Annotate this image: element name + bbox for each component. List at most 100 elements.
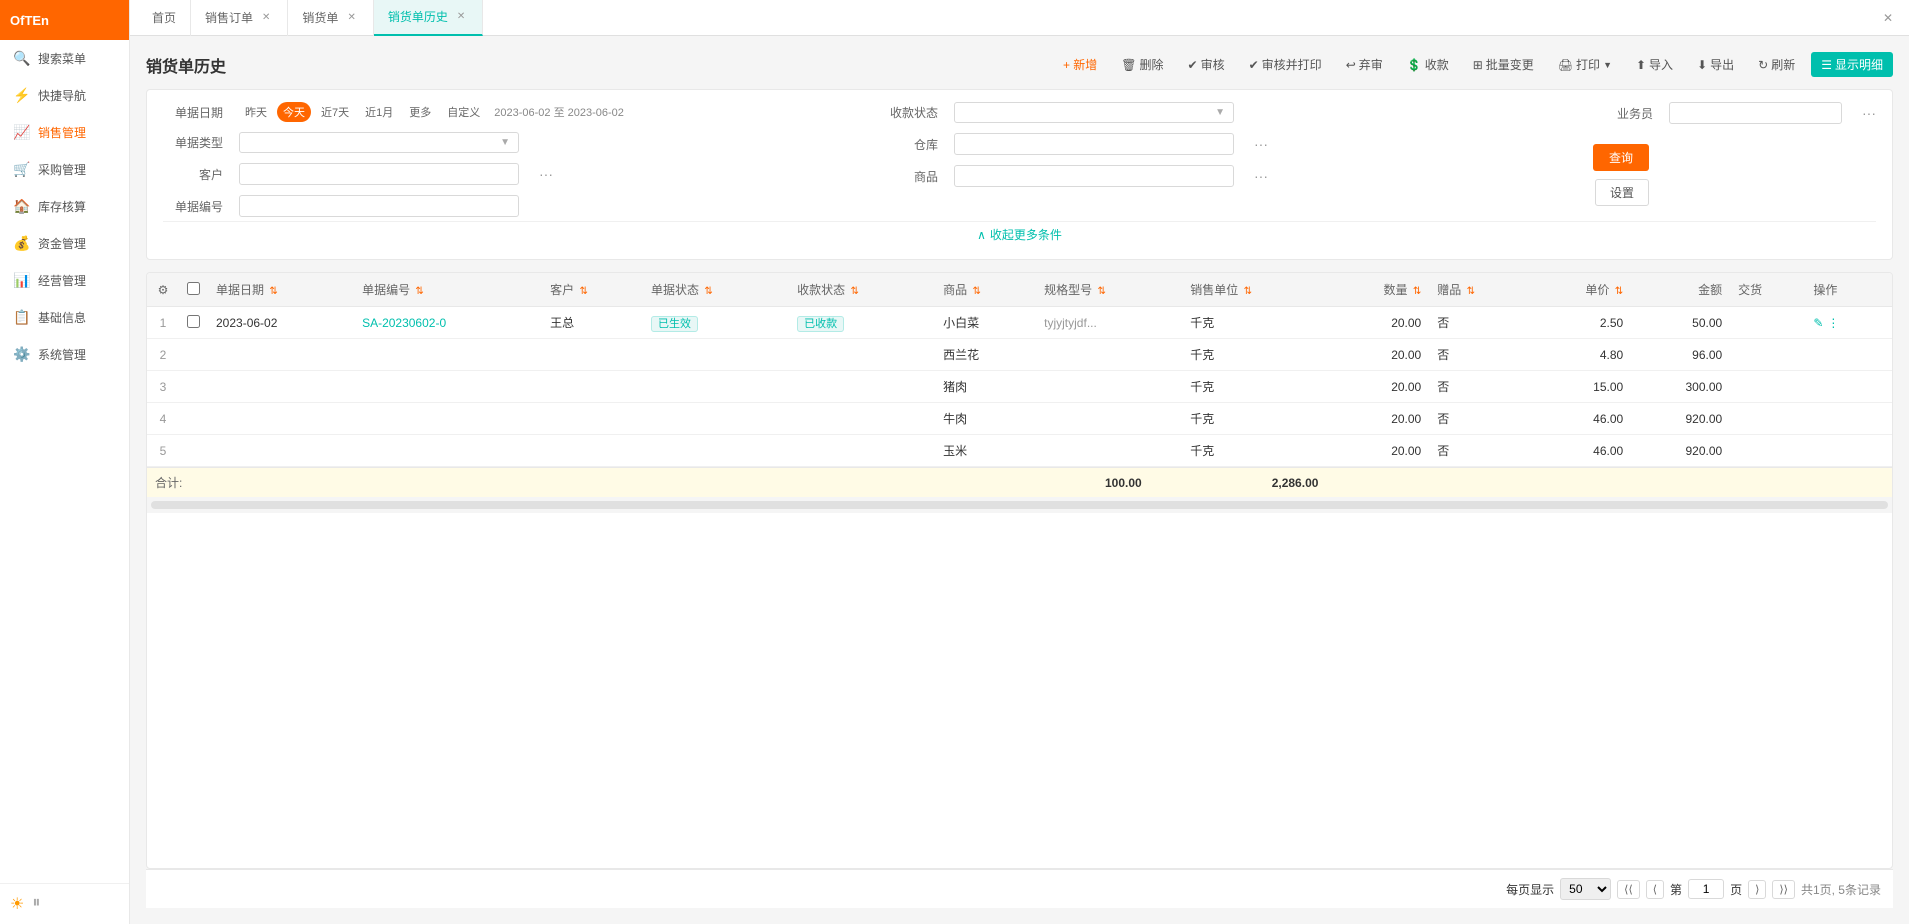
page-next-btn[interactable]: ⟩ [1748, 880, 1766, 899]
sidebar-item-label: 搜索菜单 [38, 50, 86, 67]
row-qty: 20.00 [1328, 435, 1429, 467]
sidebar-bottom-icon1[interactable]: ☀ [10, 894, 24, 914]
salesperson-dots[interactable]: ··· [1862, 105, 1876, 121]
import-button[interactable]: ⬆ 导入 [1628, 52, 1681, 77]
collapse-row[interactable]: ∧ 收起更多条件 [163, 221, 1876, 247]
row-spec [1036, 339, 1182, 371]
select-all-checkbox[interactable] [187, 282, 200, 295]
sort-collectstatus-icon[interactable]: ⇅ [850, 286, 858, 297]
salesperson-input[interactable] [1669, 102, 1842, 124]
col-settings[interactable]: ⚙ [147, 273, 179, 307]
customer-dots[interactable]: ··· [539, 166, 553, 182]
row-goods: 小白菜 [935, 307, 1036, 339]
table-scrollbar[interactable] [151, 501, 1888, 509]
tab-sales-order-close[interactable]: ✕ [259, 11, 273, 24]
sidebar-bottom-icon2[interactable]: ⏸ [32, 894, 40, 914]
page-last-btn[interactable]: ⟩⟩ [1772, 880, 1795, 899]
sort-goods-icon[interactable]: ⇅ [973, 286, 981, 297]
page-prev-btn[interactable]: ⟨ [1646, 880, 1664, 899]
docno-input[interactable] [239, 195, 519, 217]
print-button[interactable]: 🖨 打印 ▼ [1550, 52, 1620, 77]
sidebar-item-finance[interactable]: 💰 资金管理 [0, 225, 129, 262]
batch-change-button[interactable]: ⊞ 批量变更 [1465, 52, 1542, 77]
col-amount: 金额 [1631, 273, 1730, 307]
filter-row-date: 单据日期 昨天 今天 近7天 近1月 更多 自定义 2023-06-02 至 2… [163, 102, 858, 122]
row-checkbox[interactable] [179, 371, 208, 403]
row-goods: 玉米 [935, 435, 1036, 467]
goods-dots[interactable]: ··· [1254, 168, 1268, 184]
date-pill-more[interactable]: 更多 [403, 102, 437, 122]
col-doc-status: 单据状态 ⇅ [643, 273, 789, 307]
sidebar-item-operations[interactable]: 📊 经营管理 [0, 262, 129, 299]
set-button[interactable]: 设置 [1595, 179, 1649, 206]
page-input[interactable] [1688, 879, 1724, 899]
table-row: 5 玉米 千克 20.00 否 46.00 920.00 [147, 435, 1892, 467]
row-docno [354, 339, 542, 371]
sidebar-item-inventory[interactable]: 🏠 库存核算 [0, 188, 129, 225]
sidebar-item-system[interactable]: ⚙️ 系统管理 [0, 336, 129, 373]
doc-type-select[interactable]: ▼ [239, 132, 519, 153]
row-checkbox[interactable] [179, 339, 208, 371]
sort-qty-icon[interactable]: ⇅ [1413, 286, 1421, 297]
table-scrollbar-area[interactable] [147, 497, 1892, 513]
sidebar-item-sales[interactable]: 📈 销售管理 [0, 114, 129, 151]
collect-button[interactable]: 💲 收款 [1399, 52, 1457, 77]
show-detail-button[interactable]: ☰ 显示明细 [1811, 52, 1893, 77]
edit-action[interactable]: ✎ [1813, 316, 1823, 330]
row-doc-status [643, 403, 789, 435]
tab-home[interactable]: 首页 [138, 0, 191, 36]
new-button[interactable]: + 新增 [1055, 52, 1105, 77]
sort-docno-icon[interactable]: ⇅ [415, 286, 423, 297]
date-pill-7days[interactable]: 近7天 [315, 102, 355, 122]
tab-delivery[interactable]: 销货单 ✕ [288, 0, 373, 36]
batch-icon: ⊞ [1473, 58, 1483, 72]
row-checkbox[interactable] [179, 435, 208, 467]
page-size-select[interactable]: 50 100 200 [1560, 878, 1611, 900]
customer-input[interactable] [239, 163, 519, 185]
delete-button[interactable]: 🗑 删除 [1113, 52, 1171, 77]
sidebar-item-quick-nav[interactable]: ⚡ 快捷导航 [0, 77, 129, 114]
audit-print-button[interactable]: ✔ 审核并打印 [1241, 52, 1330, 77]
sidebar-item-basic[interactable]: 📋 基础信息 [0, 299, 129, 336]
sidebar-item-purchase[interactable]: 🛒 采购管理 [0, 151, 129, 188]
date-pill-yesterday[interactable]: 昨天 [239, 102, 273, 122]
warehouse-dots[interactable]: ··· [1254, 136, 1268, 152]
tab-delivery-close[interactable]: ✕ [344, 11, 358, 24]
sort-gift-icon[interactable]: ⇅ [1467, 286, 1475, 297]
export-button[interactable]: ⬇ 导出 [1689, 52, 1742, 77]
filter-row-doctype: 单据类型 ▼ [163, 132, 858, 153]
date-pill-today[interactable]: 今天 [277, 102, 311, 122]
goods-input[interactable] [954, 165, 1234, 187]
sort-docstatus-icon[interactable]: ⇅ [704, 286, 712, 297]
tab-sales-order[interactable]: 销售订单 ✕ [191, 0, 288, 36]
query-button[interactable]: 查询 [1593, 144, 1649, 171]
sort-unit-icon[interactable]: ⇅ [1244, 286, 1252, 297]
sort-date-icon[interactable]: ⇅ [269, 286, 277, 297]
collect-status-select[interactable]: ▼ [954, 102, 1234, 123]
tab-bar-close[interactable]: ✕ [1875, 7, 1901, 29]
date-pill-custom[interactable]: 自定义 [441, 102, 486, 122]
warehouse-input[interactable] [954, 133, 1234, 155]
col-check[interactable] [179, 273, 208, 307]
audit-button[interactable]: ✔ 审核 [1180, 52, 1233, 77]
refresh-button[interactable]: ↻ 刷新 [1750, 52, 1803, 77]
row-amount: 920.00 [1631, 435, 1730, 467]
row-spec [1036, 403, 1182, 435]
sort-spec-icon[interactable]: ⇅ [1098, 286, 1106, 297]
abandon-button[interactable]: ↩ 弃审 [1338, 52, 1391, 77]
tab-delivery-history-close[interactable]: ✕ [454, 10, 468, 23]
tab-delivery-history[interactable]: 销货单历史 ✕ [374, 0, 483, 36]
row-checkbox[interactable] [179, 307, 208, 339]
sort-price-icon[interactable]: ⇅ [1615, 286, 1623, 297]
page-label-pre: 第 [1670, 881, 1682, 898]
sort-customer-icon[interactable]: ⇅ [579, 286, 587, 297]
table-row: 4 牛肉 千克 20.00 否 46.00 920.00 [147, 403, 1892, 435]
more-action[interactable]: ⋮ [1827, 316, 1839, 330]
row-checkbox[interactable] [179, 403, 208, 435]
page-first-btn[interactable]: ⟨⟨ [1617, 880, 1640, 899]
sidebar-item-search[interactable]: 🔍 搜索菜单 [0, 40, 129, 77]
row-qty: 20.00 [1328, 307, 1429, 339]
row-customer [542, 371, 643, 403]
date-pill-1month[interactable]: 近1月 [359, 102, 399, 122]
settings-icon[interactable]: ⚙ [158, 283, 169, 297]
